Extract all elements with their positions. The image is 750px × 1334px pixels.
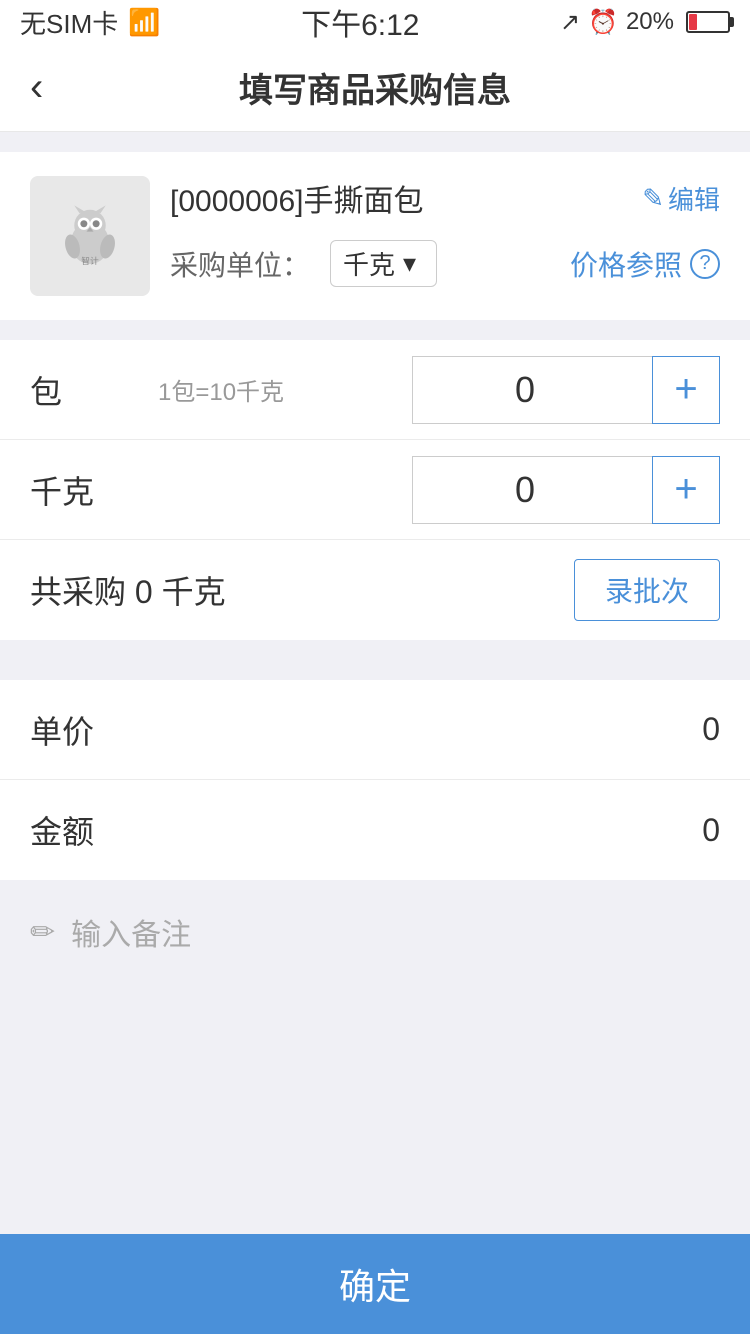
package-quantity-input[interactable]: [412, 356, 652, 424]
back-button[interactable]: ‹: [30, 65, 90, 110]
unit-price-row: 单价 0: [0, 680, 750, 780]
package-input-row: 包 1包=10千克 +: [0, 340, 750, 440]
wifi-icon: 📶: [128, 7, 160, 38]
svg-text:智计: 智计: [81, 255, 99, 266]
alarm-icon: ⏰: [588, 8, 618, 37]
product-image: 智计: [30, 176, 150, 296]
purchase-unit-label: 采购单位：: [170, 244, 310, 284]
package-label: 包: [30, 367, 150, 413]
price-section: 单价 0 金额 0: [0, 680, 750, 880]
package-input-right: +: [284, 356, 720, 424]
edit-label: 编辑: [668, 180, 720, 217]
status-left: 无SIM卡 📶: [20, 4, 161, 41]
nav-bar: ‹ 填写商品采购信息: [0, 44, 750, 132]
battery-fill: [689, 14, 697, 30]
amount-label: 金额: [30, 807, 94, 853]
unit-price-label: 单价: [30, 707, 94, 753]
battery-icon: [686, 11, 730, 33]
summary-text: 共采购 0 千克: [30, 567, 226, 613]
amount-value: 0: [702, 812, 720, 849]
price-ref-label: 价格参照: [570, 244, 682, 284]
batch-button[interactable]: 录批次: [574, 559, 720, 621]
kg-label: 千克: [30, 467, 150, 513]
notes-placeholder: 输入备注: [71, 910, 191, 954]
notes-section[interactable]: ✏ 输入备注: [0, 880, 750, 984]
section-divider-1: [0, 320, 750, 340]
kg-quantity-input[interactable]: [412, 456, 652, 524]
edit-button[interactable]: ✎ 编辑: [642, 180, 720, 217]
kg-input-row: 千克 +: [0, 440, 750, 540]
page-title: 填写商品采购信息: [239, 63, 511, 112]
help-icon: ?: [690, 249, 720, 279]
kg-plus-button[interactable]: +: [652, 456, 720, 524]
summary-row: 共采购 0 千克 录批次: [0, 540, 750, 640]
status-bar: 无SIM卡 📶 下午6:12 ↗ ⏰ 20%: [0, 0, 750, 44]
edit-icon: ✎: [642, 183, 664, 214]
status-time: 下午6:12: [301, 0, 419, 44]
pencil-icon: ✏: [30, 915, 55, 950]
kg-input-right: +: [150, 456, 720, 524]
carrier-label: 无SIM卡: [20, 4, 118, 41]
unit-price-value: 0: [702, 711, 720, 748]
product-name-row: [0000006]手撕面包 ✎ 编辑: [170, 176, 720, 220]
package-plus-button[interactable]: +: [652, 356, 720, 424]
status-right: ↗ ⏰ 20%: [560, 8, 730, 37]
unit-select[interactable]: 千克 ▾: [330, 240, 437, 287]
unit-dropdown-arrow: ▾: [403, 248, 416, 279]
price-ref-button[interactable]: 价格参照 ?: [570, 244, 720, 284]
product-info: [0000006]手撕面包 ✎ 编辑 采购单位： 千克 ▾ 价格参照 ?: [170, 176, 720, 287]
location-icon: ↗: [560, 8, 580, 37]
battery-percent: 20%: [626, 8, 674, 36]
unit-value: 千克: [343, 245, 395, 282]
product-logo: 智计: [55, 201, 125, 271]
product-full-name: [0000006]手撕面包: [170, 176, 423, 220]
product-card: 智计 [0000006]手撕面包 ✎ 编辑 采购单位： 千克 ▾ 价格参照 ?: [0, 152, 750, 320]
purchase-unit-row: 采购单位： 千克 ▾ 价格参照 ?: [170, 240, 720, 287]
confirm-button[interactable]: 确定: [0, 1234, 750, 1334]
package-sublabel: 1包=10千克: [158, 372, 284, 407]
section-divider-2: [0, 640, 750, 660]
input-section: 包 1包=10千克 + 千克 +: [0, 340, 750, 540]
amount-row: 金额 0: [0, 780, 750, 880]
